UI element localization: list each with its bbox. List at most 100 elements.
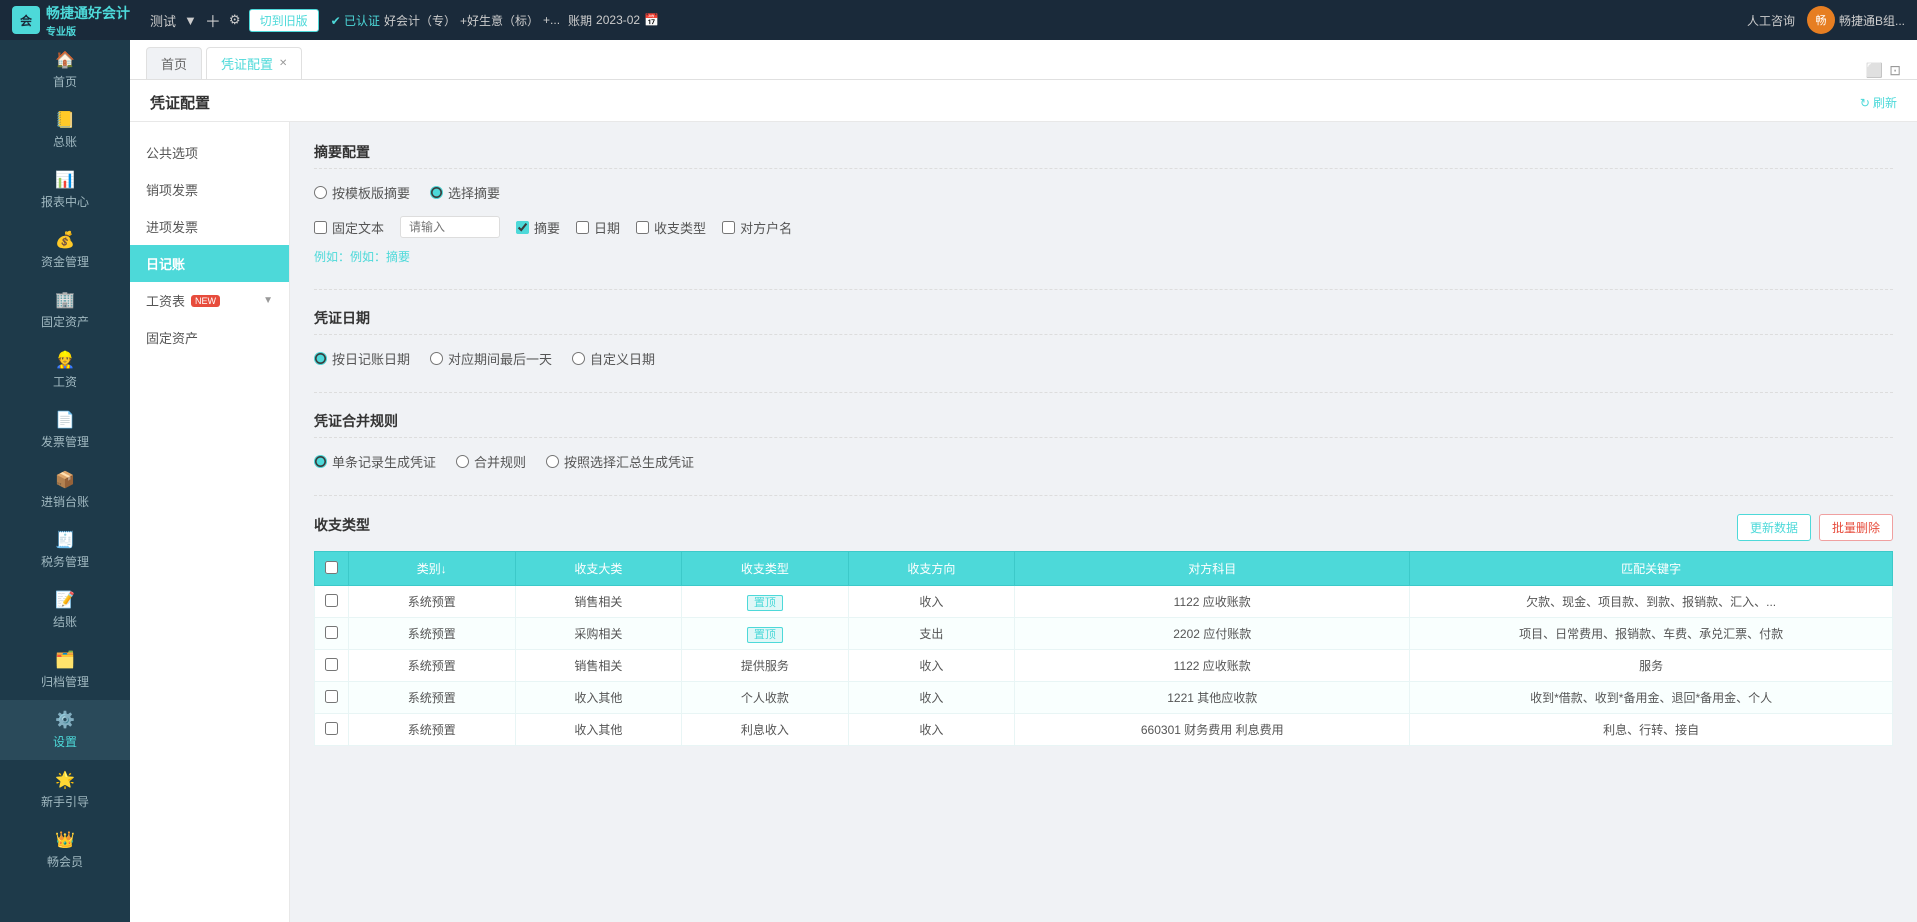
logo-icon: 会 bbox=[12, 6, 40, 34]
example-text: 例如：例如：摘要 bbox=[314, 248, 1893, 265]
table-row: 系统预置 采购相关 置顶 支出 2202 应付账款 项目、日常费用、报销款、车费… bbox=[315, 618, 1893, 650]
fixed-text-input[interactable] bbox=[400, 216, 500, 238]
add-icon[interactable]: ＋ bbox=[205, 8, 221, 32]
radio-summary-label: 按照选择汇总生成凭证 bbox=[564, 452, 694, 471]
header-major: 收支大类 bbox=[515, 552, 682, 586]
sidebar-item-ledger[interactable]: 📒 总账 bbox=[0, 100, 130, 160]
radio-custom-date-input[interactable] bbox=[572, 352, 585, 365]
checkbox-fixed-text-input[interactable] bbox=[314, 221, 327, 234]
radio-select-label: 选择摘要 bbox=[448, 183, 500, 202]
checkbox-counterparty[interactable]: 对方户名 bbox=[722, 218, 792, 237]
tag-3: +... bbox=[543, 13, 560, 27]
cell-account: 2202 应付账款 bbox=[1015, 618, 1410, 650]
row-checkbox[interactable] bbox=[315, 682, 349, 714]
radio-journal-date-input[interactable] bbox=[314, 352, 327, 365]
refresh-icon: ↻ bbox=[1860, 96, 1870, 110]
checkbox-expense-type[interactable]: 收支类型 bbox=[636, 218, 706, 237]
top-tag: 置顶 bbox=[747, 627, 783, 643]
merge-rules-radio-group: 单条记录生成凭证 合并规则 按照选择汇总生成凭证 bbox=[314, 452, 1893, 471]
tag-1: 好会计（专） bbox=[384, 12, 456, 29]
cell-type: 置顶 bbox=[682, 618, 849, 650]
tab-voucher-config[interactable]: 凭证配置 ✕ bbox=[206, 47, 302, 79]
row-checkbox[interactable] bbox=[315, 650, 349, 682]
tag-2: +好生意（标） bbox=[460, 12, 539, 29]
maximize-icon[interactable]: ⊡ bbox=[1889, 62, 1901, 79]
funds-icon: 💰 bbox=[55, 230, 75, 250]
cell-type: 提供服务 bbox=[682, 650, 849, 682]
radio-last-day[interactable]: 对应期间最后一天 bbox=[430, 349, 552, 368]
table-header-row: 类别↓ 收支大类 收支类型 收支方向 对方科目 匹配关键字 bbox=[315, 552, 1893, 586]
tab-home[interactable]: 首页 bbox=[146, 47, 202, 79]
sidebar-item-closing[interactable]: 📝 结账 bbox=[0, 580, 130, 640]
row-checkbox[interactable] bbox=[315, 714, 349, 746]
radio-template[interactable]: 按模板版摘要 bbox=[314, 183, 410, 202]
tab-actions: ⬜ ⊡ bbox=[1866, 62, 1901, 79]
assets-icon: 🏢 bbox=[55, 290, 75, 310]
cell-major: 收入其他 bbox=[515, 682, 682, 714]
sidebar-item-archive[interactable]: 🗂️ 归档管理 bbox=[0, 640, 130, 700]
radio-select[interactable]: 选择摘要 bbox=[430, 183, 500, 202]
income-expense-title: 收支类型 bbox=[314, 515, 370, 541]
radio-single-input[interactable] bbox=[314, 455, 327, 468]
topbar-dropdown[interactable]: ▼ bbox=[184, 13, 197, 28]
cell-category: 系统预置 bbox=[349, 586, 516, 618]
checkbox-summary-input[interactable] bbox=[516, 221, 529, 234]
radio-summary-input[interactable] bbox=[546, 455, 559, 468]
left-nav-sales-invoice[interactable]: 销项发票 bbox=[130, 171, 289, 208]
update-data-button[interactable]: 更新数据 bbox=[1737, 514, 1811, 541]
minimize-icon[interactable]: ⬜ bbox=[1866, 62, 1883, 79]
sidebar-item-home[interactable]: 🏠 首页 bbox=[0, 40, 130, 100]
left-nav-fixed-assets[interactable]: 固定资产 bbox=[130, 319, 289, 356]
settings-icon[interactable]: ⚙ bbox=[229, 12, 241, 28]
sidebar-label-sales: 进销台账 bbox=[41, 493, 89, 510]
checkbox-counterparty-input[interactable] bbox=[722, 221, 735, 234]
sidebar-item-tax[interactable]: 🧾 税务管理 bbox=[0, 520, 130, 580]
select-all-checkbox[interactable] bbox=[325, 561, 338, 574]
row-checkbox[interactable] bbox=[315, 618, 349, 650]
checkbox-summary[interactable]: 摘要 bbox=[516, 218, 560, 237]
left-nav-public[interactable]: 公共选项 bbox=[130, 134, 289, 171]
batch-delete-button[interactable]: 批量删除 bbox=[1819, 514, 1893, 541]
row-checkbox[interactable] bbox=[315, 586, 349, 618]
radio-merge-input[interactable] bbox=[456, 455, 469, 468]
tab-close-icon[interactable]: ✕ bbox=[279, 58, 287, 69]
summary-config-section: 摘要配置 按模板版摘要 选择摘要 bbox=[314, 142, 1893, 265]
checkbox-expense-type-input[interactable] bbox=[636, 221, 649, 234]
radio-last-day-input[interactable] bbox=[430, 352, 443, 365]
consult-link[interactable]: 人工咨询 bbox=[1747, 12, 1795, 29]
radio-template-input[interactable] bbox=[314, 186, 327, 199]
sidebar-item-invoice[interactable]: 📄 发票管理 bbox=[0, 400, 130, 460]
cell-direction: 收入 bbox=[848, 714, 1015, 746]
cell-account: 1221 其他应收款 bbox=[1015, 682, 1410, 714]
checkbox-date-input[interactable] bbox=[576, 221, 589, 234]
left-nav-payroll[interactable]: 工资表 NEW ▼ bbox=[130, 282, 289, 319]
radio-single[interactable]: 单条记录生成凭证 bbox=[314, 452, 436, 471]
radio-custom-date[interactable]: 自定义日期 bbox=[572, 349, 655, 368]
radio-select-input[interactable] bbox=[430, 186, 443, 199]
left-nav-purchase-invoice[interactable]: 进项发票 bbox=[130, 208, 289, 245]
switch-version-button[interactable]: 切到旧版 bbox=[249, 9, 319, 32]
sidebar-item-salary[interactable]: 👷 工资 bbox=[0, 340, 130, 400]
sidebar-item-guide[interactable]: 🌟 新手引导 bbox=[0, 760, 130, 820]
radio-journal-date[interactable]: 按日记账日期 bbox=[314, 349, 410, 368]
radio-merge[interactable]: 合并规则 bbox=[456, 452, 526, 471]
sidebar-item-sales[interactable]: 📦 进销台账 bbox=[0, 460, 130, 520]
sidebar-label-salary: 工资 bbox=[53, 373, 77, 390]
sidebar-item-assets[interactable]: 🏢 固定资产 bbox=[0, 280, 130, 340]
radio-merge-label: 合并规则 bbox=[474, 452, 526, 471]
cell-major: 销售相关 bbox=[515, 650, 682, 682]
sidebar-item-settings[interactable]: ⚙️ 设置 bbox=[0, 700, 130, 760]
refresh-button[interactable]: ↻ 刷新 bbox=[1860, 94, 1897, 111]
radio-summary[interactable]: 按照选择汇总生成凭证 bbox=[546, 452, 694, 471]
sidebar-label-settings: 设置 bbox=[53, 733, 77, 750]
left-nav-journal[interactable]: 日记账 bbox=[130, 245, 289, 282]
cell-account: 1122 应收账款 bbox=[1015, 650, 1410, 682]
checkbox-fixed-text[interactable]: 固定文本 bbox=[314, 218, 384, 237]
sidebar-item-funds[interactable]: 💰 资金管理 bbox=[0, 220, 130, 280]
sidebar-item-reports[interactable]: 📊 报表中心 bbox=[0, 160, 130, 220]
radio-last-day-label: 对应期间最后一天 bbox=[448, 349, 552, 368]
header-checkbox-col bbox=[315, 552, 349, 586]
sidebar-item-member[interactable]: 👑 畅会员 bbox=[0, 820, 130, 880]
checkbox-date[interactable]: 日期 bbox=[576, 218, 620, 237]
radio-custom-date-label: 自定义日期 bbox=[590, 349, 655, 368]
